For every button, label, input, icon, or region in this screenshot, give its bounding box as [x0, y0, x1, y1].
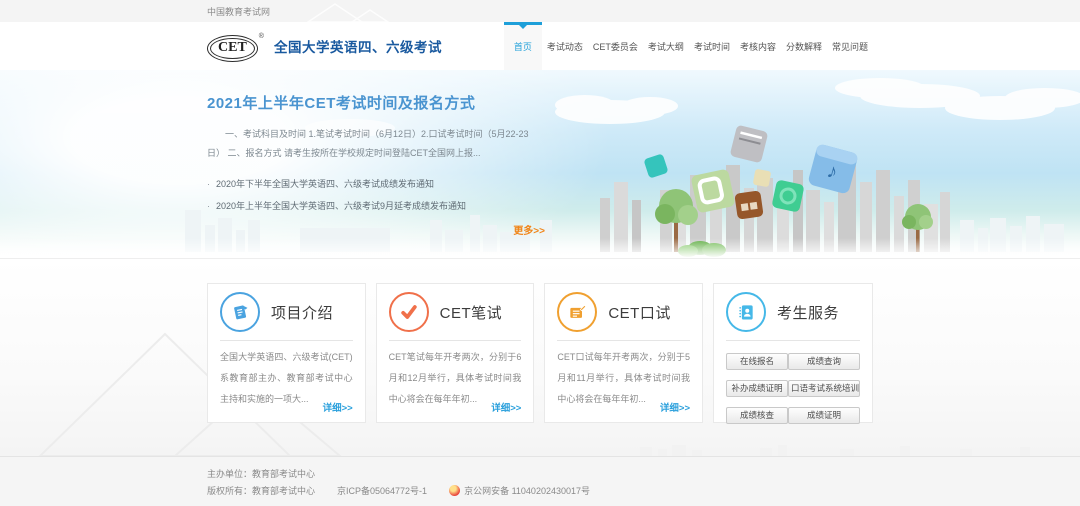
site-footer: 主办单位：教育部考试中心 版权所有：教育部考试中心 京ICP备05064772号-…: [0, 456, 1080, 506]
card-written-test: CET笔试 CET笔试每年开考两次，分别于6月和12月举行，具体考试时间我中心将…: [375, 283, 535, 423]
main-nav: 首页 考试动态 CET委员会 考试大纲 考试时间 考核内容 分数解释 常见问题: [503, 22, 873, 70]
site-link-china-education-exam[interactable]: 中国教育考试网: [207, 5, 270, 18]
card-detail-link[interactable]: 详细>>: [660, 400, 690, 414]
news-item[interactable]: 2020年下半年全国大学英语四、六级考试成绩发布通知: [207, 173, 545, 196]
site-header: CET ® 全国大学英语四、六级考试 首页 考试动态 CET委员会 考试大纲 考…: [0, 22, 1080, 70]
card-project-intro: 项目介绍 全国大学英语四、六级考试(CET)系教育部主办、教育部考试中心主持和实…: [207, 283, 366, 423]
newspaper-pen-icon: [557, 292, 598, 332]
card-title: CET笔试: [439, 304, 503, 322]
footer-icp: 京ICP备05064772号-1: [337, 485, 428, 496]
contact-book-icon: [726, 292, 767, 332]
card-oral-test: CET口试 CET口试每年开考两次，分别于5月和11月举行，具体考试时间我中心将…: [544, 283, 704, 423]
card-title: CET口试: [608, 304, 671, 322]
police-record-link[interactable]: 京公网安备 11040202430017号: [449, 484, 590, 496]
service-button-score-certificate[interactable]: 成绩证明: [788, 407, 861, 424]
nav-item-exam-news[interactable]: 考试动态: [542, 22, 588, 70]
nav-item-faq[interactable]: 常见问题: [827, 22, 873, 70]
cet-logo[interactable]: CET ® 全国大学英语四、六级考试: [207, 31, 442, 62]
news-list: 2020年下半年全国大学英语四、六级考试成绩发布通知 2020年上半年全国大学英…: [207, 173, 545, 218]
site-title: 全国大学英语四、六级考试: [273, 40, 442, 55]
checkmark-icon: [388, 292, 429, 332]
faint-skyline: [640, 445, 1030, 456]
card-detail-link[interactable]: 详细>>: [323, 400, 353, 414]
nav-item-score-interpretation[interactable]: 分数解释: [781, 22, 827, 70]
card-title: 考生服务: [777, 304, 840, 322]
nav-item-cet-committee[interactable]: CET委员会: [588, 22, 643, 70]
registered-trademark-icon: ®: [258, 32, 264, 40]
more-link[interactable]: 更多>>: [207, 222, 545, 237]
card-candidate-services: 考生服务 在线报名 成绩查询 补办成绩证明 口语考试系统培训 成绩核查 成绩证明: [713, 283, 874, 424]
footer-organizer: 主办单位：教育部考试中心: [207, 469, 316, 479]
service-button-score-check[interactable]: 成绩核查: [726, 407, 789, 424]
top-utility-bar: 中国教育考试网: [0, 0, 1080, 22]
news-item[interactable]: 2020年上半年全国大学英语四、六级考试9月延考成绩发布通知: [207, 195, 545, 218]
nav-item-home[interactable]: 首页: [503, 22, 542, 70]
cet-logo-oval: CET: [207, 34, 258, 62]
card-title: 项目介绍: [271, 304, 334, 322]
card-row: 项目介绍 全国大学英语四、六级考试(CET)系教育部主办、教育部考试中心主持和实…: [207, 259, 874, 424]
service-button-score-query[interactable]: 成绩查询: [788, 353, 861, 370]
nav-item-exam-time[interactable]: 考试时间: [689, 22, 735, 70]
main-section: 项目介绍 全国大学英语四、六级考试(CET)系教育部主办、教育部考试中心主持和实…: [0, 259, 1080, 456]
service-button-reissue-certificate[interactable]: 补办成绩证明: [726, 380, 789, 397]
footer-copyright: 版权所有：教育部考试中心: [207, 485, 316, 496]
card-detail-link[interactable]: 详细>>: [491, 400, 521, 414]
service-button-online-registration[interactable]: 在线报名: [726, 353, 789, 370]
hero-banner: ♪ 2021年上半年CET考试时间及报名方式 一、考试科目及时间 1.笔试考试时…: [0, 70, 1080, 259]
nav-item-syllabus[interactable]: 考试大纲: [643, 22, 689, 70]
nav-item-assessment-content[interactable]: 考核内容: [735, 22, 781, 70]
hero-title[interactable]: 2021年上半年CET考试时间及报名方式: [207, 92, 873, 113]
hero-summary: 一、考试科目及时间 1.笔试考试时间（6月12日）2.口试考试时间（5月22-2…: [207, 129, 529, 158]
service-button-grid: 在线报名 成绩查询 补办成绩证明 口语考试系统培训 成绩核查 成绩证明: [726, 353, 861, 424]
service-button-oral-system-training[interactable]: 口语考试系统培训: [788, 380, 861, 397]
document-pen-icon: [220, 292, 260, 332]
police-badge-icon: [449, 484, 461, 496]
